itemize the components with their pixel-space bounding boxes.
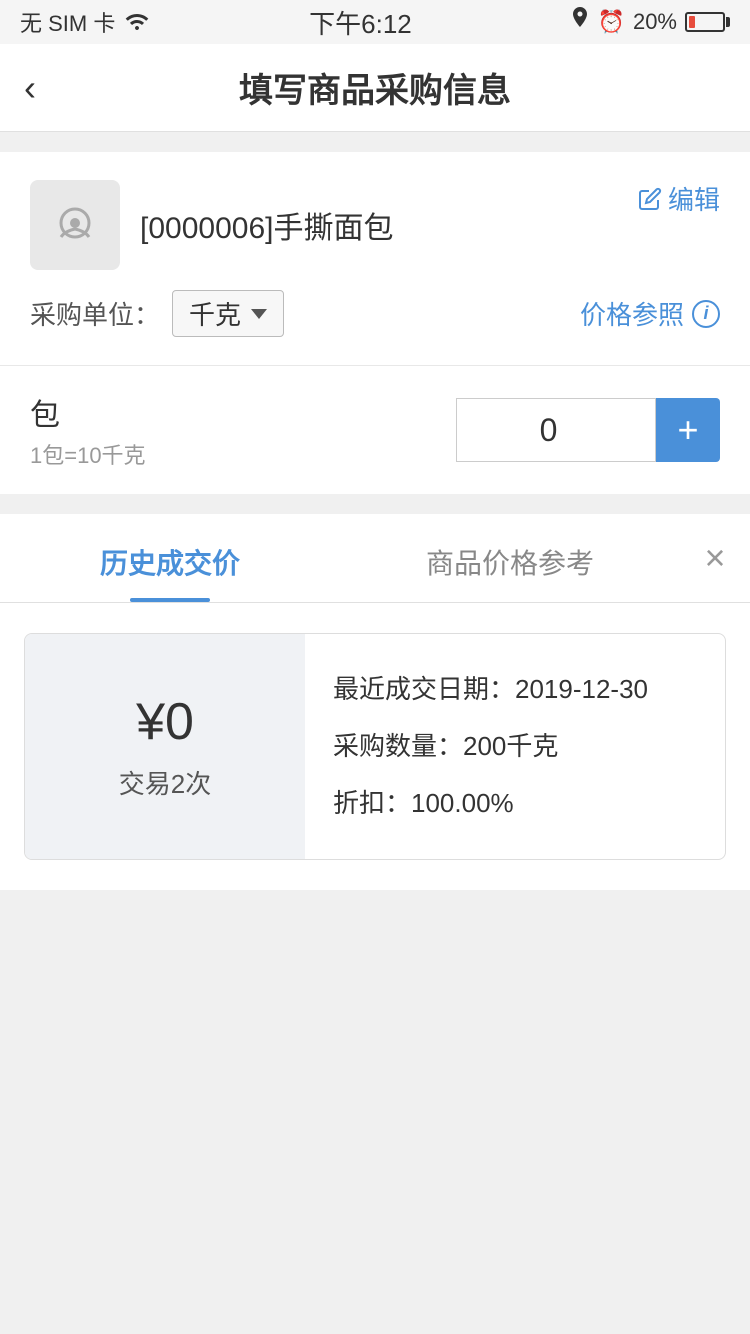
quantity-plus-button[interactable]: + [656, 398, 720, 462]
alarm-icon: ⏰ [598, 9, 625, 35]
product-name: [0000006]手撕面包 [140, 203, 393, 247]
tabs-header: 历史成交价 商品价格参考 × [0, 514, 750, 603]
price-discount-label: 折扣： [333, 788, 411, 818]
tab-close-button[interactable]: × [680, 523, 750, 593]
tab-history-price[interactable]: 历史成交价 [0, 514, 340, 602]
price-card: ¥0 交易2次 最近成交日期：2019-12-30 采购数量：200千克 折扣：… [24, 633, 726, 860]
chevron-down-icon [251, 309, 267, 319]
product-card: [0000006]手撕面包 编辑 采购单位： 千克 价格参照 i [0, 152, 750, 365]
price-discount-value: 100.00% [411, 788, 514, 818]
status-left: 无 SIM 卡 [20, 6, 151, 38]
price-card-right: 最近成交日期：2019-12-30 采购数量：200千克 折扣：100.00% [305, 634, 725, 859]
status-right: ⏰ 20% [570, 7, 730, 37]
product-top-row: [0000006]手撕面包 编辑 [30, 180, 720, 270]
unit-select-button[interactable]: 千克 [172, 290, 284, 337]
quantity-unit-label: 包 [30, 390, 146, 434]
price-value: 0 [165, 693, 194, 751]
quantity-conversion: 1包=10千克 [30, 438, 146, 470]
price-card-left: ¥0 交易2次 [25, 634, 305, 859]
price-purchase-qty-label: 采购数量： [333, 731, 463, 761]
price-ref-label: 价格参照 [580, 295, 684, 332]
close-icon: × [704, 537, 725, 579]
nav-bar: ‹ 填写商品采购信息 [0, 44, 750, 132]
edit-label: 编辑 [668, 180, 720, 217]
battery-icon [685, 12, 730, 32]
status-time: 下午6:12 [309, 4, 412, 41]
status-bar: 无 SIM 卡 下午6:12 ⏰ 20% [0, 0, 750, 44]
price-purchase-qty-value: 200千克 [463, 731, 558, 761]
page-title: 填写商品采购信息 [239, 63, 511, 112]
price-recent-date-value: 2019-12-30 [515, 674, 648, 704]
tab-price-reference-label: 商品价格参考 [426, 548, 594, 579]
unit-row: 采购单位： 千克 [30, 290, 284, 337]
quantity-input-group: + [456, 398, 720, 462]
unit-label: 采购单位： [30, 295, 160, 332]
price-recent-date: 最近成交日期：2019-12-30 [333, 670, 697, 709]
info-icon: i [692, 300, 720, 328]
product-thumbnail [30, 180, 120, 270]
quantity-section: 包 1包=10千克 + [0, 365, 750, 494]
price-recent-date-label: 最近成交日期： [333, 674, 515, 704]
unit-value: 千克 [189, 295, 241, 332]
back-button[interactable]: ‹ [24, 67, 36, 109]
wifi-icon [123, 8, 151, 36]
price-purchase-qty: 采购数量：200千克 [333, 727, 697, 766]
price-reference-button[interactable]: 价格参照 i [580, 295, 720, 332]
tab-content-history-price: ¥0 交易2次 最近成交日期：2019-12-30 采购数量：200千克 折扣：… [0, 603, 750, 890]
edit-button[interactable]: 编辑 [638, 180, 720, 217]
tab-price-reference[interactable]: 商品价格参考 [340, 514, 680, 602]
product-bottom-row: 采购单位： 千克 价格参照 i [30, 290, 720, 337]
price-amount: ¥0 [136, 692, 194, 752]
no-sim-label: 无 SIM 卡 [20, 6, 115, 38]
product-left: [0000006]手撕面包 [30, 180, 393, 270]
tabs-section: 历史成交价 商品价格参考 × ¥0 交易2次 最近成交日期：2019-12-30… [0, 514, 750, 890]
location-icon [570, 7, 590, 37]
quantity-input[interactable] [456, 398, 656, 462]
battery-percent: 20% [633, 9, 677, 35]
currency-symbol: ¥ [136, 693, 165, 751]
price-trade-count: 交易2次 [119, 764, 211, 801]
tab-history-price-label: 历史成交价 [100, 548, 240, 579]
price-discount: 折扣：100.00% [333, 784, 697, 823]
quantity-label-group: 包 1包=10千克 [30, 390, 146, 470]
